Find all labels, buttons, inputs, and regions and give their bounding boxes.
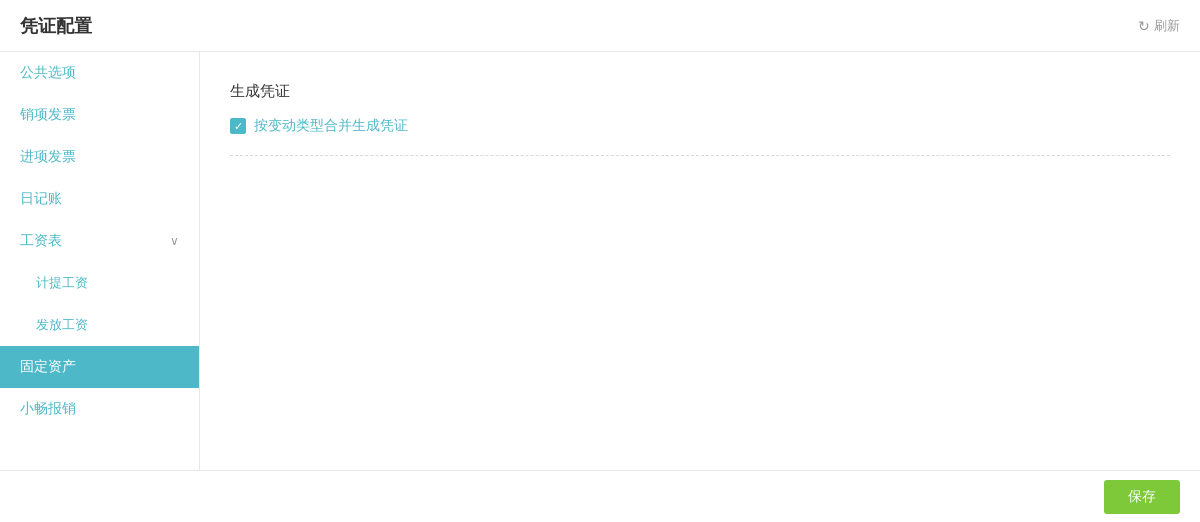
refresh-icon: ↻: [1138, 18, 1150, 34]
sidebar-item-sales[interactable]: 销项发票: [0, 94, 199, 136]
content-area: 生成凭证 ✓ 按变动类型合并生成凭证: [200, 52, 1200, 470]
sidebar-item-expense[interactable]: 小畅报销: [0, 388, 199, 430]
sidebar-label-journal: 日记账: [20, 190, 62, 208]
sidebar-item-fixed_assets[interactable]: 固定资产: [0, 346, 199, 388]
page-header: 凭证配置 ↻ 刷新: [0, 0, 1200, 52]
sidebar: 公共选项销项发票进项发票日记账工资表 ∨ 计提工资发放工资固定资产小畅报销: [0, 52, 200, 470]
sidebar-label-salary_calc: 计提工资: [36, 274, 88, 292]
sidebar-item-salary_calc[interactable]: 计提工资: [0, 262, 199, 304]
section-title: 生成凭证: [230, 82, 1170, 101]
sidebar-item-journal[interactable]: 日记账: [0, 178, 199, 220]
sidebar-label-public: 公共选项: [20, 64, 76, 82]
sidebar-label-sales: 销项发票: [20, 106, 76, 124]
sidebar-label-expense: 小畅报销: [20, 400, 76, 418]
chevron-down-icon: ∨: [170, 234, 179, 248]
sidebar-label-salary_table: 工资表: [20, 232, 62, 250]
sidebar-label-fixed_assets: 固定资产: [20, 358, 76, 376]
sidebar-label-salary_pay: 发放工资: [36, 316, 88, 334]
sidebar-item-salary_pay[interactable]: 发放工资: [0, 304, 199, 346]
refresh-button[interactable]: ↻ 刷新: [1138, 17, 1180, 35]
checkbox-row: ✓ 按变动类型合并生成凭证: [230, 117, 1170, 135]
sidebar-item-purchase[interactable]: 进项发票: [0, 136, 199, 178]
page-title: 凭证配置: [20, 14, 92, 38]
main-layout: 公共选项销项发票进项发票日记账工资表 ∨ 计提工资发放工资固定资产小畅报销 生成凭证…: [0, 52, 1200, 470]
refresh-label: 刷新: [1154, 17, 1180, 35]
sidebar-item-salary_table[interactable]: 工资表 ∨: [0, 220, 199, 262]
section-divider: [230, 155, 1170, 156]
sidebar-item-public[interactable]: 公共选项: [0, 52, 199, 94]
page-footer: 保存: [0, 470, 1200, 522]
save-button[interactable]: 保存: [1104, 480, 1180, 514]
checkbox-label[interactable]: 按变动类型合并生成凭证: [254, 117, 408, 135]
merge-checkbox[interactable]: ✓: [230, 118, 246, 134]
sidebar-label-purchase: 进项发票: [20, 148, 76, 166]
check-mark-icon: ✓: [234, 121, 243, 132]
